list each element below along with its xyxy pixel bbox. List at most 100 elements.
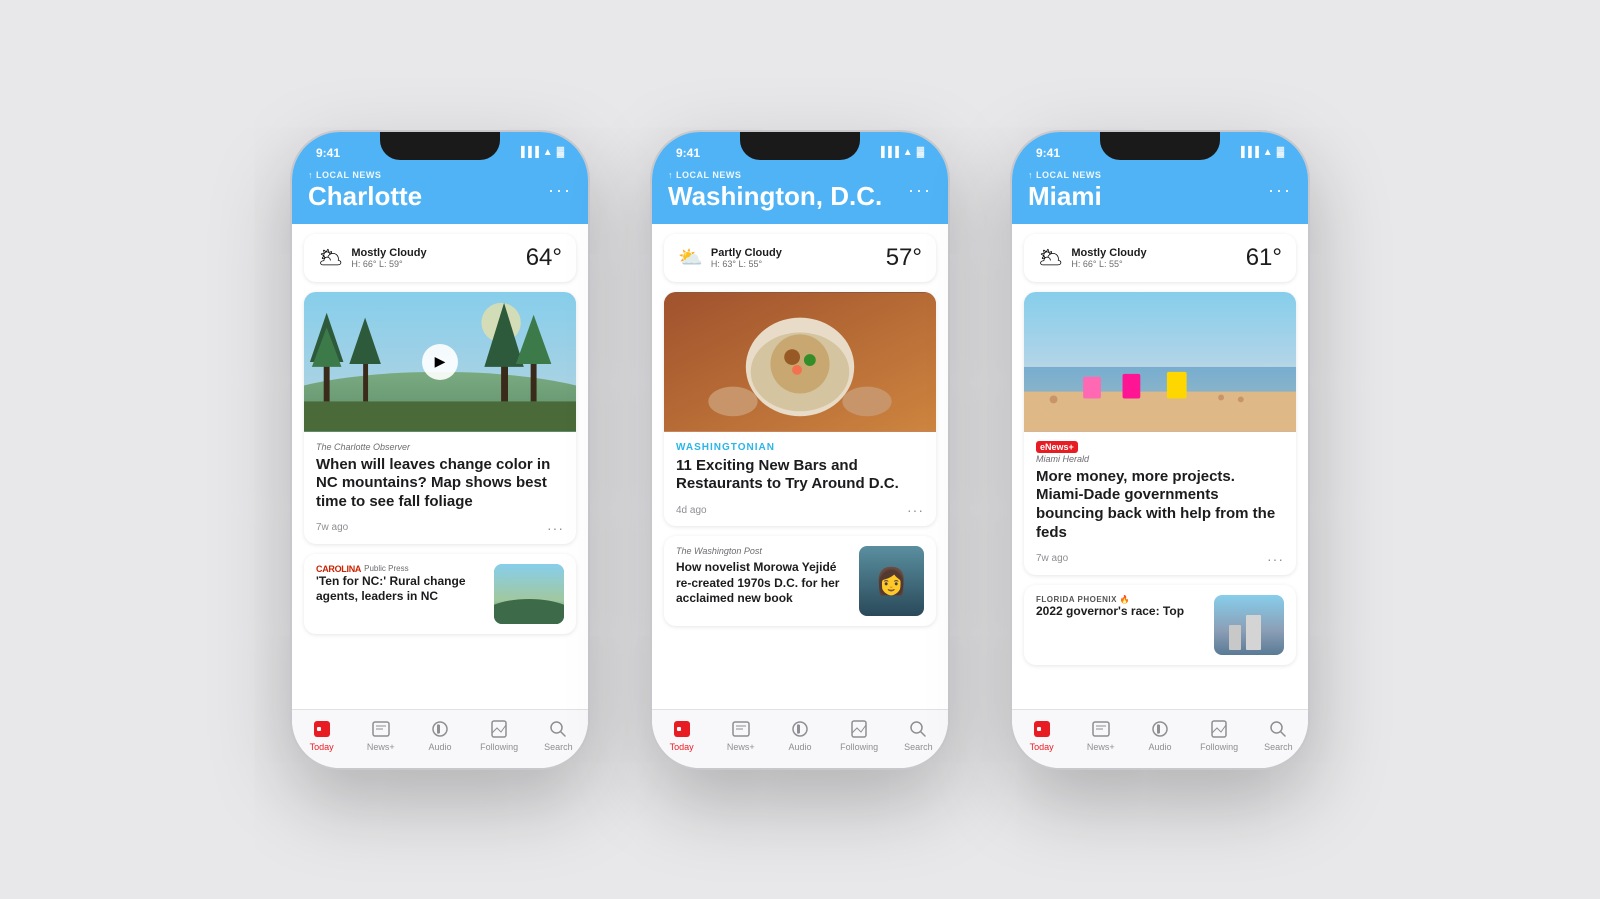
small-thumb-miami (1214, 595, 1284, 655)
signal-icon-dc: ▐▐▐ (878, 147, 899, 158)
tab-following-dc-label: Following (840, 742, 878, 752)
small-article-miami[interactable]: FLORIDA PHOENIX 🔥 2022 governor's race: … (1024, 585, 1296, 665)
today-icon (311, 718, 333, 740)
tab-audio-charlotte[interactable]: Audio (418, 718, 462, 752)
small-title-charlotte: 'Ten for NC:' Rural change agents, leade… (316, 574, 484, 605)
status-bar-charlotte: 9:41 ▐▐▐ ▲ ▓ (292, 132, 588, 164)
tab-search-miami-label: Search (1264, 742, 1293, 752)
hero-article-miami[interactable]: eNews+ Miami Herald More money, more pro… (1024, 292, 1296, 575)
hero-source-charlotte: The Charlotte Observer (316, 442, 564, 452)
weather-card-miami[interactable]: 🌥 Mostly Cloudy H: 66° L: 55° 61° (1024, 234, 1296, 282)
following-icon-miami (1208, 718, 1230, 740)
enews-badge: eNews+ (1036, 442, 1284, 452)
tab-today-charlotte[interactable]: Today (300, 718, 344, 752)
status-time-miami: 9:41 (1036, 146, 1060, 160)
battery-icon: ▓ (557, 147, 564, 158)
local-news-label-miami: ↑ LOCAL NEWS (1028, 170, 1292, 180)
battery-icon-dc: ▓ (917, 147, 924, 158)
phones-container: 9:41 ▐▐▐ ▲ ▓ ↑ LOCAL NEWS Charlotte ··· (250, 90, 1350, 810)
weather-info-charlotte: Mostly Cloudy H: 66° L: 59° (351, 247, 426, 269)
wifi-icon-dc: ▲ (903, 147, 913, 158)
more-button-dc[interactable]: ··· (908, 180, 932, 201)
carolina-source: CAROLINA Public Press (316, 564, 484, 574)
tab-following-charlotte[interactable]: Following (477, 718, 521, 752)
more-button[interactable]: ··· (548, 180, 572, 201)
following-icon (488, 718, 510, 740)
hero-image-miami (1024, 292, 1296, 432)
tab-bar-dc: Today News+ Audio (652, 709, 948, 768)
tab-today-miami[interactable]: Today (1020, 718, 1064, 752)
tab-newsplus-dc-label: News+ (727, 742, 755, 752)
tab-newsplus-dc[interactable]: News+ (719, 718, 763, 752)
tab-search-dc[interactable]: Search (896, 718, 940, 752)
tab-search-dc-label: Search (904, 742, 933, 752)
more-button-miami[interactable]: ··· (1268, 180, 1292, 201)
tab-today-miami-label: Today (1030, 742, 1054, 752)
small-article-left-miami: FLORIDA PHOENIX 🔥 2022 governor's race: … (1036, 595, 1204, 655)
play-button[interactable]: ▶ (422, 344, 458, 380)
tab-today-dc[interactable]: Today (660, 718, 704, 752)
tab-following-miami-label: Following (1200, 742, 1238, 752)
weather-card-charlotte[interactable]: 🌥 Mostly Cloudy H: 66° L: 59° 64° (304, 234, 576, 282)
tab-newsplus-miami[interactable]: News+ (1079, 718, 1123, 752)
tab-following-label: Following (480, 742, 518, 752)
article-more-charlotte[interactable]: ··· (547, 520, 564, 536)
local-news-label-dc: ↑ LOCAL NEWS (668, 170, 932, 180)
signal-icon: ▐▐▐ (518, 147, 539, 158)
weather-card-dc[interactable]: ⛅ Partly Cloudy H: 63° L: 55° 57° (664, 234, 936, 282)
hero-article-charlotte[interactable]: ▶ The Charlotte Observer When will leave… (304, 292, 576, 544)
tab-audio-dc[interactable]: Audio (778, 718, 822, 752)
tab-newsplus-miami-label: News+ (1087, 742, 1115, 752)
today-icon-miami (1031, 718, 1053, 740)
news-arrow-icon: ↑ (308, 170, 313, 180)
tab-search-miami[interactable]: Search (1256, 718, 1300, 752)
news-arrow-icon-dc: ↑ (668, 170, 673, 180)
tab-audio-label: Audio (428, 742, 451, 752)
phone-miami: 9:41 ▐▐▐ ▲ ▓ ↑ LOCAL NEWS Miami ··· 🌥 (1010, 130, 1310, 770)
tab-search-charlotte[interactable]: Search (536, 718, 580, 752)
hero-source-miami: Miami Herald (1036, 454, 1284, 464)
audio-icon-dc (789, 718, 811, 740)
wifi-icon: ▲ (543, 147, 553, 158)
city-name-miami: Miami (1028, 181, 1292, 212)
tab-audio-miami-label: Audio (1148, 742, 1171, 752)
time-ago-dc: 4d ago (676, 505, 707, 516)
status-time: 9:41 (316, 146, 340, 160)
time-ago-miami: 7w ago (1036, 553, 1068, 564)
weather-temp-charlotte: 64° (526, 244, 562, 272)
hero-title-dc: 11 Exciting New Bars and Restaurants to … (676, 457, 924, 495)
small-title-dc: How novelist Morowa Yejidé re-created 19… (676, 560, 849, 607)
tab-following-dc[interactable]: Following (837, 718, 881, 752)
today-icon-dc (671, 718, 693, 740)
content-miami: 🌥 Mostly Cloudy H: 66° L: 55° 61° (1012, 224, 1308, 709)
dc-food-svg (664, 292, 936, 432)
small-article-dc[interactable]: The Washington Post How novelist Morowa … (664, 536, 936, 626)
status-icons-dc: ▐▐▐ ▲ ▓ (878, 147, 924, 158)
app-header-miami: ↑ LOCAL NEWS Miami ··· (1012, 164, 1308, 224)
hero-image-charlotte: ▶ (304, 292, 576, 432)
tab-newsplus-label: News+ (367, 742, 395, 752)
tab-following-miami[interactable]: Following (1197, 718, 1241, 752)
small-article-charlotte[interactable]: CAROLINA Public Press 'Ten for NC:' Rura… (304, 554, 576, 634)
tab-newsplus-charlotte[interactable]: News+ (359, 718, 403, 752)
article-meta-dc: 4d ago ··· (676, 502, 924, 518)
small-title-miami: 2022 governor's race: Top (1036, 604, 1204, 620)
hero-article-dc[interactable]: WASHINGTONIAN 11 Exciting New Bars and R… (664, 292, 936, 527)
tab-audio-miami[interactable]: Audio (1138, 718, 1182, 752)
status-bar-miami: 9:41 ▐▐▐ ▲ ▓ (1012, 132, 1308, 164)
article-more-miami[interactable]: ··· (1267, 551, 1284, 567)
phone-charlotte: 9:41 ▐▐▐ ▲ ▓ ↑ LOCAL NEWS Charlotte ··· (290, 130, 590, 770)
wifi-icon-miami: ▲ (1263, 147, 1273, 158)
small-article-left-charlotte: CAROLINA Public Press 'Ten for NC:' Rura… (316, 564, 484, 624)
hero-title-charlotte: When will leaves change color in NC moun… (316, 456, 564, 512)
florida-source: FLORIDA PHOENIX 🔥 (1036, 595, 1204, 604)
hero-title-miami: More money, more projects. Miami-Dade go… (1036, 468, 1284, 543)
tab-today-label: Today (310, 742, 334, 752)
article-more-dc[interactable]: ··· (907, 502, 924, 518)
city-name-dc: Washington, D.C. (668, 181, 932, 212)
content-charlotte: 🌥 Mostly Cloudy H: 66° L: 59° 64° (292, 224, 588, 709)
hero-body-charlotte: The Charlotte Observer When will leaves … (304, 432, 576, 544)
audio-icon (429, 718, 451, 740)
tab-audio-dc-label: Audio (788, 742, 811, 752)
status-bar-dc: 9:41 ▐▐▐ ▲ ▓ (652, 132, 948, 164)
